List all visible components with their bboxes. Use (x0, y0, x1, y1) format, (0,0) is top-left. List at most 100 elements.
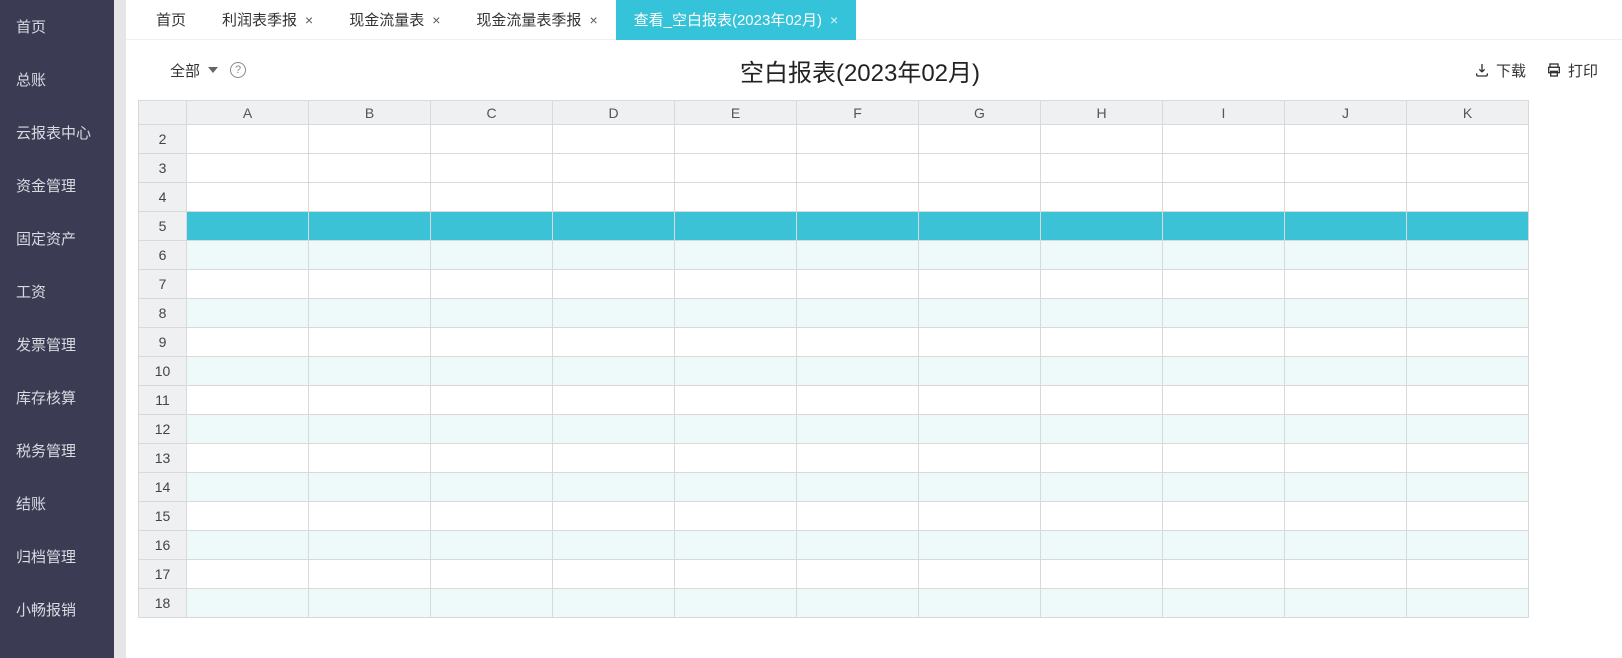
row-header-11[interactable]: 11 (139, 386, 187, 415)
cell-B13[interactable] (309, 444, 431, 473)
sidebar-item-7[interactable]: 库存核算 (0, 371, 126, 424)
cell-D4[interactable] (553, 183, 675, 212)
cell-A5[interactable] (187, 212, 309, 241)
cell-C16[interactable] (431, 531, 553, 560)
cell-A18[interactable] (187, 589, 309, 618)
cell-F13[interactable] (797, 444, 919, 473)
cell-C5[interactable] (431, 212, 553, 241)
cell-H5[interactable] (1041, 212, 1163, 241)
cell-A16[interactable] (187, 531, 309, 560)
cell-F12[interactable] (797, 415, 919, 444)
cell-G12[interactable] (919, 415, 1041, 444)
cell-I12[interactable] (1163, 415, 1285, 444)
row-header-4[interactable]: 4 (139, 183, 187, 212)
sidebar-item-1[interactable]: 总账 (0, 53, 126, 106)
cell-K17[interactable] (1407, 560, 1529, 589)
cell-G16[interactable] (919, 531, 1041, 560)
cell-G3[interactable] (919, 154, 1041, 183)
tab-1[interactable]: 利润表季报× (204, 0, 331, 40)
cell-G4[interactable] (919, 183, 1041, 212)
row-header-16[interactable]: 16 (139, 531, 187, 560)
cell-J15[interactable] (1285, 502, 1407, 531)
cell-H6[interactable] (1041, 241, 1163, 270)
cell-G17[interactable] (919, 560, 1041, 589)
cell-F10[interactable] (797, 357, 919, 386)
cell-B14[interactable] (309, 473, 431, 502)
close-icon[interactable]: × (432, 12, 440, 28)
row-header-15[interactable]: 15 (139, 502, 187, 531)
cell-K15[interactable] (1407, 502, 1529, 531)
cell-F6[interactable] (797, 241, 919, 270)
cell-C13[interactable] (431, 444, 553, 473)
cell-A14[interactable] (187, 473, 309, 502)
cell-H16[interactable] (1041, 531, 1163, 560)
cell-E10[interactable] (675, 357, 797, 386)
column-header-E[interactable]: E (675, 101, 797, 125)
cell-K18[interactable] (1407, 589, 1529, 618)
cell-J11[interactable] (1285, 386, 1407, 415)
cell-I9[interactable] (1163, 328, 1285, 357)
row-header-10[interactable]: 10 (139, 357, 187, 386)
cell-G18[interactable] (919, 589, 1041, 618)
cell-K7[interactable] (1407, 270, 1529, 299)
cell-K3[interactable] (1407, 154, 1529, 183)
cell-B16[interactable] (309, 531, 431, 560)
sidebar-item-6[interactable]: 发票管理 (0, 318, 126, 371)
cell-A17[interactable] (187, 560, 309, 589)
cell-J4[interactable] (1285, 183, 1407, 212)
cell-G5[interactable] (919, 212, 1041, 241)
cell-C15[interactable] (431, 502, 553, 531)
column-header-H[interactable]: H (1041, 101, 1163, 125)
row-header-3[interactable]: 3 (139, 154, 187, 183)
cell-J18[interactable] (1285, 589, 1407, 618)
cell-D13[interactable] (553, 444, 675, 473)
row-header-18[interactable]: 18 (139, 589, 187, 618)
cell-H2[interactable] (1041, 125, 1163, 154)
cell-I14[interactable] (1163, 473, 1285, 502)
close-icon[interactable]: × (830, 12, 838, 28)
cell-E17[interactable] (675, 560, 797, 589)
cell-B18[interactable] (309, 589, 431, 618)
cell-D16[interactable] (553, 531, 675, 560)
cell-D2[interactable] (553, 125, 675, 154)
cell-A6[interactable] (187, 241, 309, 270)
cell-K10[interactable] (1407, 357, 1529, 386)
sidebar-item-10[interactable]: 归档管理 (0, 530, 126, 583)
row-header-14[interactable]: 14 (139, 473, 187, 502)
cell-G6[interactable] (919, 241, 1041, 270)
cell-D17[interactable] (553, 560, 675, 589)
cell-H11[interactable] (1041, 386, 1163, 415)
cell-E7[interactable] (675, 270, 797, 299)
cell-J2[interactable] (1285, 125, 1407, 154)
row-header-5[interactable]: 5 (139, 212, 187, 241)
cell-J8[interactable] (1285, 299, 1407, 328)
cell-F11[interactable] (797, 386, 919, 415)
cell-H15[interactable] (1041, 502, 1163, 531)
help-icon[interactable]: ? (230, 62, 246, 78)
cell-K8[interactable] (1407, 299, 1529, 328)
cell-C3[interactable] (431, 154, 553, 183)
cell-B11[interactable] (309, 386, 431, 415)
cell-I18[interactable] (1163, 589, 1285, 618)
cell-I5[interactable] (1163, 212, 1285, 241)
cell-K4[interactable] (1407, 183, 1529, 212)
cell-F17[interactable] (797, 560, 919, 589)
cell-E15[interactable] (675, 502, 797, 531)
cell-A11[interactable] (187, 386, 309, 415)
cell-F5[interactable] (797, 212, 919, 241)
cell-B17[interactable] (309, 560, 431, 589)
cell-I17[interactable] (1163, 560, 1285, 589)
cell-A15[interactable] (187, 502, 309, 531)
cell-C7[interactable] (431, 270, 553, 299)
row-header-2[interactable]: 2 (139, 125, 187, 154)
cell-C4[interactable] (431, 183, 553, 212)
tab-2[interactable]: 现金流量表× (331, 0, 458, 40)
cell-A10[interactable] (187, 357, 309, 386)
row-header-12[interactable]: 12 (139, 415, 187, 444)
tab-4[interactable]: 查看_空白报表(2023年02月)× (616, 0, 857, 40)
cell-J13[interactable] (1285, 444, 1407, 473)
cell-B6[interactable] (309, 241, 431, 270)
cell-E8[interactable] (675, 299, 797, 328)
cell-J9[interactable] (1285, 328, 1407, 357)
cell-K14[interactable] (1407, 473, 1529, 502)
